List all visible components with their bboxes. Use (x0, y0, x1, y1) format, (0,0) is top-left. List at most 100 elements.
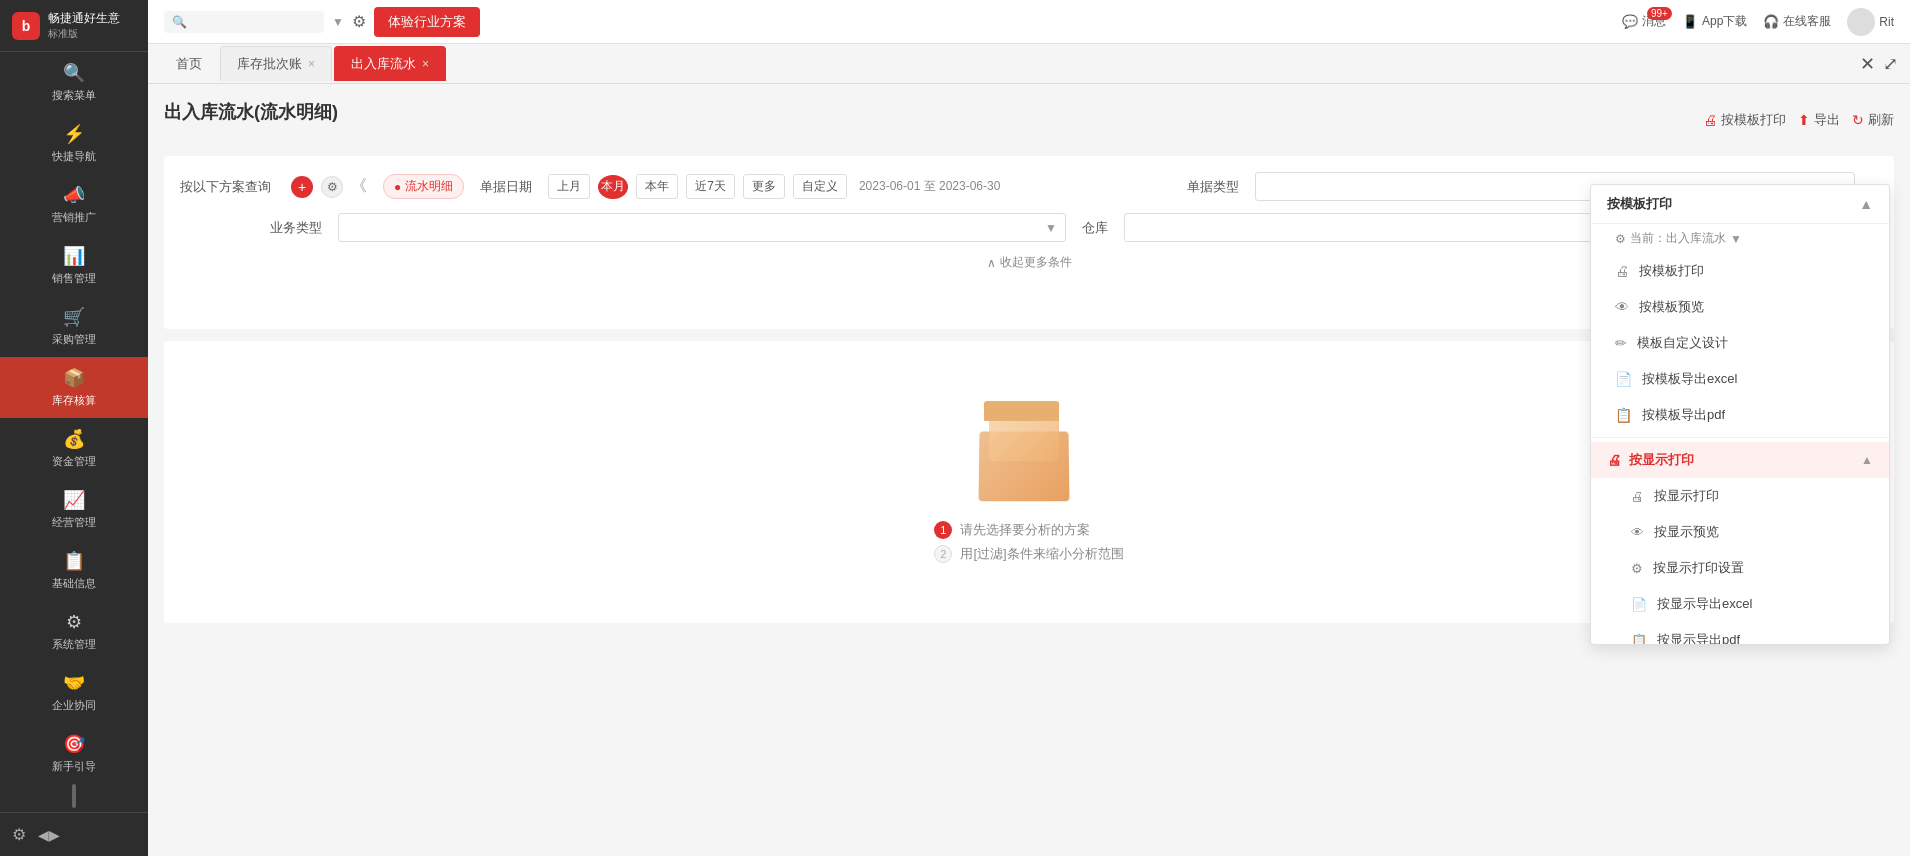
topbar-online-service-button[interactable]: 🎧 在线客服 (1763, 13, 1831, 30)
topbar-search-icon: 🔍 (172, 15, 187, 29)
username-label: Rit (1879, 15, 1894, 29)
filter-settings-icon[interactable]: ⚙ (321, 176, 343, 198)
date-more-button[interactable]: 更多 (743, 174, 785, 199)
topbar-message-button[interactable]: 💬 消息 99+ (1622, 13, 1666, 30)
topbar-app-download-button[interactable]: 📱 App下载 (1682, 13, 1747, 30)
refresh-button[interactable]: ↻ 刷新 (1852, 111, 1894, 129)
dropdown-item-display-settings[interactable]: ⚙ 按显示打印设置 (1591, 550, 1889, 586)
collab-icon: 🤝 (63, 672, 85, 694)
sidebar-item-purchase[interactable]: 🛒 采购管理 (0, 296, 148, 357)
tab-inventory-batch[interactable]: 库存批次账 × (220, 46, 332, 81)
sidebar-item-finance[interactable]: 💰 资金管理 (0, 418, 148, 479)
tab-inventory-batch-close[interactable]: × (308, 57, 315, 71)
filter-label: 按以下方案查询 (180, 178, 271, 196)
display-settings-icon: ⚙ (1631, 561, 1643, 576)
tab-inventory-flow-close[interactable]: × (422, 57, 429, 71)
message-bell-icon: 💬 (1622, 14, 1638, 29)
tip-num-1: 1 (934, 521, 952, 539)
dropdown-display-group[interactable]: 🖨 按显示打印 ▲ (1591, 442, 1889, 478)
expand-icon[interactable]: ⤢ (1883, 53, 1898, 75)
tip-item-2: 2 用[过滤]条件来缩小分析范围 (934, 545, 1123, 563)
page-header: 出入库流水(流水明细) 🖨 按模板打印 ⬆ 导出 ↻ 刷新 (164, 100, 1894, 140)
search-icon: 🔍 (63, 62, 85, 84)
dropdown-item-display-print[interactable]: 🖨 按显示打印 (1591, 478, 1889, 514)
display-group-collapse-icon: ▲ (1861, 453, 1873, 467)
template-preview-icon: 👁 (1615, 299, 1629, 315)
operations-icon: 📈 (63, 489, 85, 511)
inventory-icon: 📦 (63, 367, 85, 389)
business-type-section: 业务类型 ▼ (270, 213, 1066, 242)
headset-icon: 🎧 (1763, 14, 1779, 29)
date-year-button[interactable]: 本年 (636, 174, 678, 199)
sidebar-item-collab[interactable]: 🤝 企业协同 (0, 662, 148, 723)
dropdown-item-display-excel[interactable]: 📄 按显示导出excel (1591, 586, 1889, 622)
sales-icon: 📊 (63, 245, 85, 267)
dropdown-item-template-design[interactable]: ✏ 模板自定义设计 (1591, 325, 1889, 361)
industry-solution-button[interactable]: 体验行业方案 (374, 7, 480, 37)
topbar: 🔍 ▼ ⚙ 体验行业方案 💬 消息 99+ 📱 App下载 🎧 (148, 0, 1910, 44)
empty-illustration (969, 401, 1089, 501)
tab-inventory-flow[interactable]: 出入库流水 × (334, 46, 446, 81)
date-filter: 上月 本月 本年 近7天 更多 自定义 (548, 174, 847, 199)
page-title: 出入库流水(流水明细) (164, 100, 338, 124)
template-excel-icon: 📄 (1615, 371, 1632, 387)
dropdown-item-display-pdf[interactable]: 📋 按显示导出pdf (1591, 622, 1889, 644)
type-filter-label: 单据类型 (1187, 178, 1239, 196)
sidebar-item-system[interactable]: ⚙ 系统管理 (0, 601, 148, 662)
template-design-icon: ✏ (1615, 335, 1627, 351)
sidebar-settings-icon[interactable]: ⚙ (12, 825, 26, 844)
business-type-select[interactable]: ▼ (338, 213, 1066, 242)
date-prev-month-button[interactable]: 上月 (548, 174, 590, 199)
topbar-search-input[interactable] (193, 15, 293, 29)
filter-chip[interactable]: ● 流水明细 (383, 174, 464, 199)
purchase-icon: 🛒 (63, 306, 85, 328)
sidebar-item-marketing[interactable]: 📣 营销推广 (0, 174, 148, 235)
scrollbar-thumb (72, 784, 76, 808)
sidebar-item-basic-info[interactable]: 📋 基础信息 (0, 540, 148, 601)
topbar-gear-icon[interactable]: ⚙ (352, 12, 366, 31)
finance-icon: 💰 (63, 428, 85, 450)
dropdown-item-display-preview[interactable]: 👁 按显示预览 (1591, 514, 1889, 550)
sidebar-item-inventory[interactable]: 📦 库存核算 (0, 357, 148, 418)
topbar-user-profile[interactable]: Rit (1847, 8, 1894, 36)
sidebar-item-guide[interactable]: 🎯 新手引导 (0, 723, 148, 780)
sidebar-item-sales[interactable]: 📊 销售管理 (0, 235, 148, 296)
topbar-dropdown-icon[interactable]: ▼ (332, 15, 344, 29)
business-type-label: 业务类型 (270, 219, 322, 237)
warehouse-label: 仓库 (1082, 219, 1108, 237)
dropdown-item-template-print[interactable]: 🖨 按模板打印 (1591, 253, 1889, 289)
message-badge: 99+ (1647, 7, 1672, 20)
date-filter-section: 单据日期 上月 本月 本年 近7天 更多 自定义 2023-06-01 至 20… (480, 174, 1171, 199)
empty-tips: 1 请先选择要分析的方案 2 用[过滤]条件来缩小分析范围 (934, 521, 1123, 563)
display-preview-icon: 👁 (1631, 525, 1644, 540)
display-group-icon: 🖨 (1607, 452, 1621, 468)
date-custom-button[interactable]: 自定义 (793, 174, 847, 199)
sidebar-item-quick-nav[interactable]: ⚡ 快捷导航 (0, 113, 148, 174)
sidebar-collapse-icon[interactable]: ◀▶ (38, 827, 60, 843)
print-template-button[interactable]: 🖨 按模板打印 (1703, 111, 1786, 129)
date-week-button[interactable]: 近7天 (686, 174, 735, 199)
filter-collapse-icon[interactable]: 《 (351, 176, 367, 197)
close-all-tabs-icon[interactable]: ✕ (1860, 53, 1875, 75)
export-button[interactable]: ⬆ 导出 (1798, 111, 1840, 129)
sidebar-scroll-indicator (0, 780, 148, 812)
dropdown-header-collapse-icon[interactable]: ▲ (1859, 196, 1873, 212)
current-arrow-icon: ▼ (1730, 232, 1742, 246)
template-print-icon: 🖨 (1615, 263, 1629, 279)
dropdown-item-template-preview[interactable]: 👁 按模板预览 (1591, 289, 1889, 325)
system-icon: ⚙ (66, 611, 82, 633)
display-print-icon: 🖨 (1631, 489, 1644, 504)
tab-home[interactable]: 首页 (160, 47, 218, 81)
sidebar-item-operations[interactable]: 📈 经营管理 (0, 479, 148, 540)
display-pdf-icon: 📋 (1631, 633, 1647, 645)
display-excel-icon: 📄 (1631, 597, 1647, 612)
collapse-conditions-button[interactable]: ∧ 收起更多条件 (987, 254, 1072, 271)
date-current-month-button[interactable]: 本月 (598, 175, 628, 199)
sidebar-item-search[interactable]: 🔍 搜索菜单 (0, 52, 148, 113)
dropdown-item-template-pdf[interactable]: 📋 按模板导出pdf (1591, 397, 1889, 433)
tabs-bar: 首页 库存批次账 × 出入库流水 × ✕ ⤢ (148, 44, 1910, 84)
tip-item-1: 1 请先选择要分析的方案 (934, 521, 1123, 539)
dropdown-item-template-excel[interactable]: 📄 按模板导出excel (1591, 361, 1889, 397)
filter-add-button[interactable]: + (291, 176, 313, 198)
sidebar: b 畅捷通好生意 标准版 🔍 搜索菜单 ⚡ 快捷导航 📣 营销推广 📊 销售管理 (0, 0, 148, 856)
